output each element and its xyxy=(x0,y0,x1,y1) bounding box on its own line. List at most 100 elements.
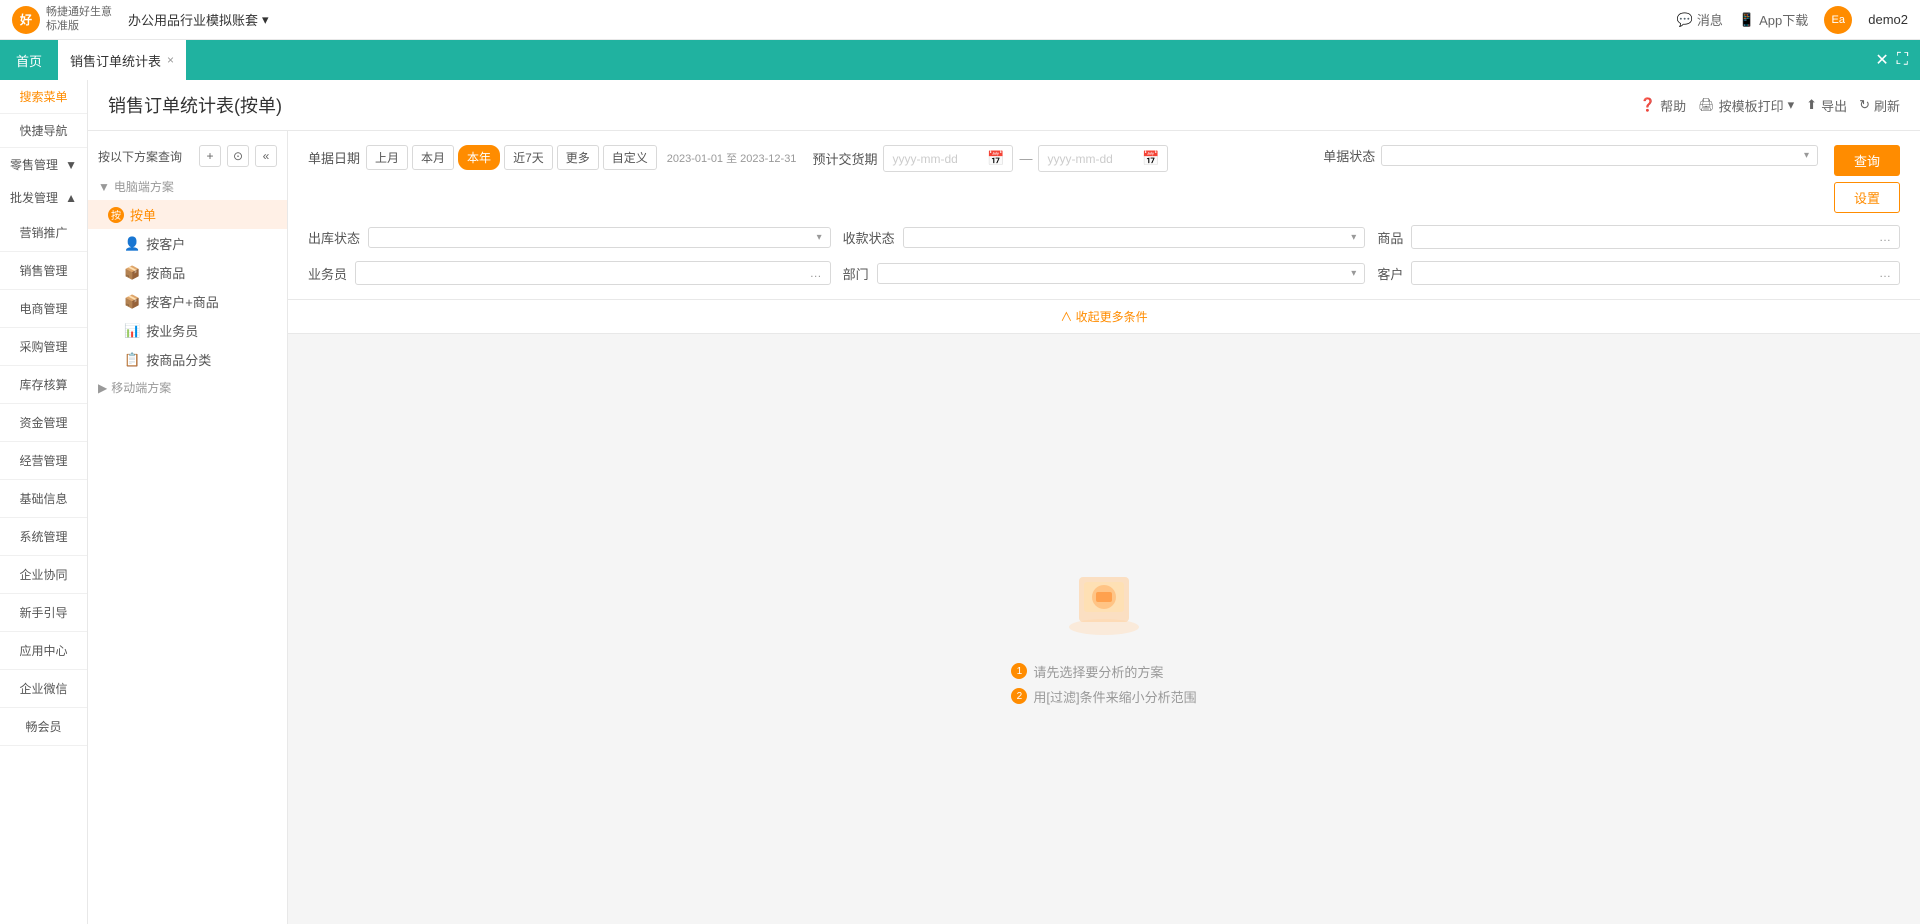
sidebar-item-quicknav[interactable]: 快捷导航 xyxy=(0,114,87,148)
customer-input[interactable]: … xyxy=(1411,261,1900,285)
expand-icon[interactable]: ⛶ xyxy=(1897,51,1908,69)
tab-active[interactable]: 销售订单统计表 × xyxy=(58,40,186,80)
sidebar-item-operations[interactable]: 经营管理 xyxy=(0,442,87,480)
sidebar-item-wechat[interactable]: 企业微信 xyxy=(0,670,87,708)
app-selector[interactable]: 办公用品行业模拟账套 ▾ xyxy=(120,10,277,29)
left-panel-actions: + ⊙ « xyxy=(199,145,277,167)
help-button[interactable]: ❓ 帮助 xyxy=(1640,96,1686,115)
scheme-by-staff[interactable]: 📊 按业务员 xyxy=(88,316,287,345)
add-scheme-button[interactable]: + xyxy=(199,145,221,167)
more-icon[interactable]: … xyxy=(810,266,822,280)
tip-num-2: 2 xyxy=(1011,688,1027,704)
chevron-up-icon: ▲ xyxy=(65,191,77,205)
message-action[interactable]: 💬 消息 xyxy=(1677,10,1723,29)
tab-home[interactable]: 首页 xyxy=(0,40,58,80)
more-icon[interactable]: … xyxy=(1879,266,1891,280)
close-window-icon[interactable]: ✕ xyxy=(1875,50,1888,70)
avatar[interactable]: Ea xyxy=(1824,6,1852,34)
date-range-text: 2023-01-01 至 2023-12-31 xyxy=(667,150,797,166)
sidebar-item-marketing[interactable]: 营销推广 xyxy=(0,214,87,252)
selected-scheme-icon: 按 xyxy=(108,207,124,223)
scheme-by-customer-goods[interactable]: 📦 按客户+商品 xyxy=(88,287,287,316)
scheme-settings-button[interactable]: ⊙ xyxy=(227,145,249,167)
customer-icon: 👤 xyxy=(124,236,140,252)
split-area: 按以下方案查询 + ⊙ « ▼ 电脑端方案 按 按单 👤 xyxy=(88,131,1920,924)
scheme-by-category[interactable]: 📋 按商品分类 xyxy=(88,345,287,374)
expected-date-end[interactable]: yyyy-mm-dd 📅 xyxy=(1038,145,1168,172)
bill-status-label: 单据状态 xyxy=(1323,146,1375,165)
top-bar: 好 畅捷通好生意 标准版 办公用品行业模拟账套 ▾ 💬 消息 📱 App下载 E… xyxy=(0,0,1920,40)
custom-date-btn[interactable]: 自定义 xyxy=(603,145,657,170)
sidebar-item-ecommerce[interactable]: 电商管理 xyxy=(0,290,87,328)
goods-input[interactable]: … xyxy=(1411,225,1900,249)
empty-state: 1 请先选择要分析的方案 2 用[过滤]条件来缩小分析范围 xyxy=(288,334,1920,924)
sidebar-item-wholesale[interactable]: 批发管理 ▲ xyxy=(0,181,87,214)
expand-icon: ▼ xyxy=(98,180,110,194)
goods-label: 商品 xyxy=(1377,228,1403,247)
staff-label: 业务员 xyxy=(308,264,347,283)
export-button[interactable]: ⬆ 导出 xyxy=(1806,96,1847,115)
sidebar-item-inventory[interactable]: 库存核算 xyxy=(0,366,87,404)
sidebar-item-finance[interactable]: 资金管理 xyxy=(0,404,87,442)
more-icon[interactable]: … xyxy=(1879,230,1891,244)
empty-tips: 1 请先选择要分析的方案 2 用[过滤]条件来缩小分析范围 xyxy=(1011,662,1196,712)
tab-close-icon[interactable]: × xyxy=(167,53,174,67)
staff-input[interactable]: … xyxy=(355,261,831,285)
expected-date-start[interactable]: yyyy-mm-dd 📅 xyxy=(883,145,1013,172)
print-icon: 🖨 xyxy=(1698,97,1715,113)
filter-panel: 单据日期 上月 本月 本年 近7天 更多 自定义 2023-01-01 至 20… xyxy=(288,131,1920,300)
collapsed-icon: ▶ xyxy=(98,381,107,395)
last-month-btn[interactable]: 上月 xyxy=(366,145,408,170)
download-action[interactable]: 📱 App下载 xyxy=(1739,10,1808,29)
sidebar-item-appcenter[interactable]: 应用中心 xyxy=(0,632,87,670)
sidebar-item-guide[interactable]: 新手引导 xyxy=(0,594,87,632)
customer-goods-icon: 📦 xyxy=(124,294,140,310)
logo-text: 畅捷通好生意 标准版 xyxy=(46,6,112,32)
collapse-panel-button[interactable]: « xyxy=(255,145,277,167)
out-status-label: 出库状态 xyxy=(308,228,360,247)
bill-status-select[interactable]: ▾ xyxy=(1381,145,1818,166)
mobile-section-label: ▶ 移动端方案 xyxy=(88,374,287,401)
date-label: 单据日期 xyxy=(308,148,360,167)
sidebar-item-system[interactable]: 系统管理 xyxy=(0,518,87,556)
collapse-bar[interactable]: ∧ 收起更多条件 xyxy=(288,300,1920,334)
scheme-by-order[interactable]: 按 按单 xyxy=(88,200,287,229)
this-year-btn[interactable]: 本年 xyxy=(458,145,500,170)
calendar-icon-end: 📅 xyxy=(1142,150,1159,167)
sidebar-item-basics[interactable]: 基础信息 xyxy=(0,480,87,518)
download-icon: 📱 xyxy=(1739,12,1755,28)
sidebar-item-enterprise[interactable]: 企业协同 xyxy=(0,556,87,594)
tip-num-1: 1 xyxy=(1011,663,1027,679)
date-separator: — xyxy=(1019,151,1032,166)
tab-bar: 首页 销售订单统计表 × ✕ ⛶ xyxy=(0,40,1920,80)
dept-label: 部门 xyxy=(843,264,869,283)
sidebar-item-retail[interactable]: 零售管理 ▼ xyxy=(0,148,87,181)
logo-icon: 好 xyxy=(12,6,40,34)
desktop-section-label: ▼ 电脑端方案 xyxy=(88,173,287,200)
last7-btn[interactable]: 近7天 xyxy=(504,145,553,170)
staff-icon: 📊 xyxy=(124,323,140,339)
refresh-button[interactable]: ↻ 刷新 xyxy=(1859,96,1900,115)
dept-select[interactable]: ▾ xyxy=(877,263,1366,284)
page-title: 销售订单统计表(按单) xyxy=(108,92,282,118)
sidebar-item-sales[interactable]: 销售管理 xyxy=(0,252,87,290)
out-status-select[interactable]: ▾ xyxy=(368,227,831,248)
refresh-icon: ↻ xyxy=(1859,97,1870,113)
setting-button[interactable]: 设置 xyxy=(1834,182,1900,213)
chevron-down-icon: ▾ xyxy=(1351,232,1356,243)
left-panel-header: 按以下方案查询 + ⊙ « xyxy=(88,139,287,173)
action-buttons: 查询 设置 xyxy=(1834,145,1900,213)
query-button[interactable]: 查询 xyxy=(1834,145,1900,176)
username: demo2 xyxy=(1868,12,1908,27)
scheme-by-customer[interactable]: 👤 按客户 xyxy=(88,229,287,258)
this-month-btn[interactable]: 本月 xyxy=(412,145,454,170)
sidebar-item-purchase[interactable]: 采购管理 xyxy=(0,328,87,366)
empty-illustration xyxy=(1054,547,1154,650)
sidebar-item-member[interactable]: 畅会员 xyxy=(0,708,87,746)
page-header: 销售订单统计表(按单) ❓ 帮助 🖨 按模板打印 ▾ ⬆ 导出 ↻ 刷新 xyxy=(88,80,1920,131)
scheme-by-goods[interactable]: 📦 按商品 xyxy=(88,258,287,287)
sidebar-item-search[interactable]: 搜索菜单 xyxy=(0,80,87,114)
more-date-btn[interactable]: 更多 xyxy=(557,145,599,170)
print-button[interactable]: 🖨 按模板打印 ▾ xyxy=(1698,96,1794,115)
collect-status-select[interactable]: ▾ xyxy=(903,227,1366,248)
